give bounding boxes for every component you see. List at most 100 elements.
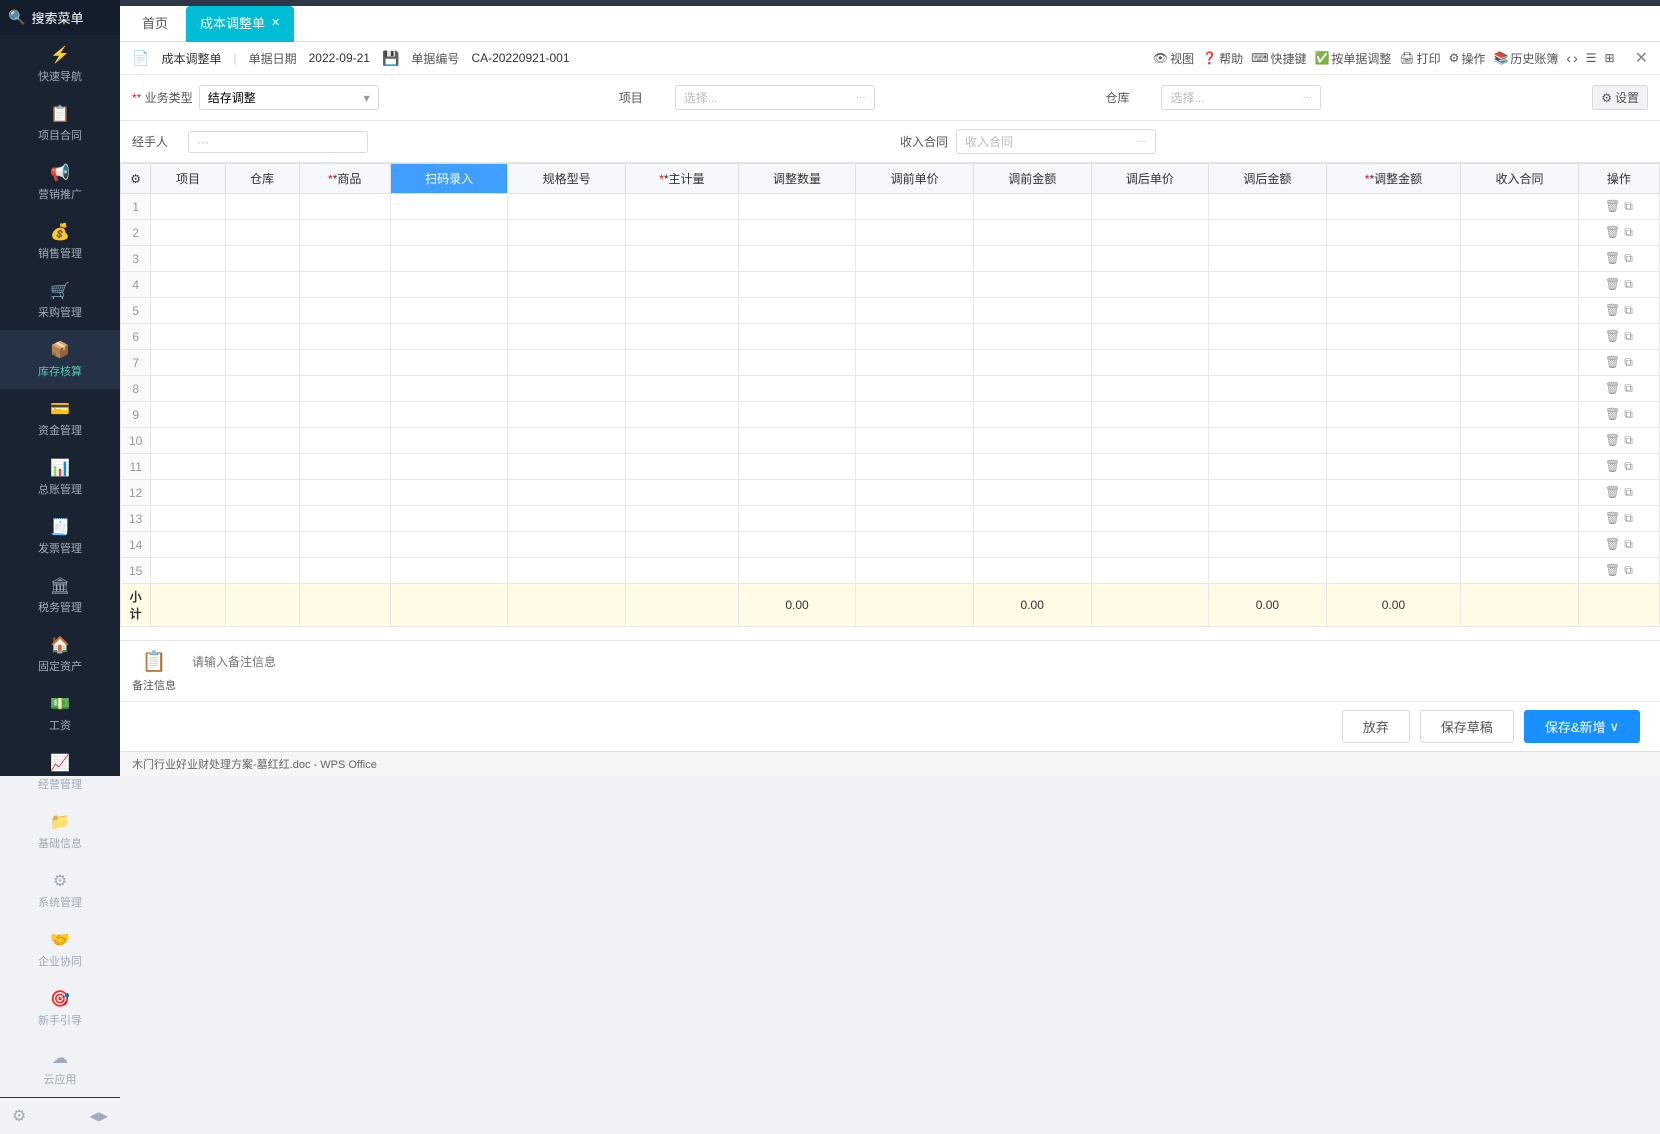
table-cell[interactable] <box>299 350 390 376</box>
table-cell[interactable] <box>1326 402 1460 428</box>
table-cell[interactable] <box>225 558 299 584</box>
table-cell[interactable] <box>225 298 299 324</box>
row-actions[interactable]: 🗑⧉ <box>1578 272 1659 298</box>
table-cell[interactable] <box>225 428 299 454</box>
check-btn[interactable]: ✅ 按单据调整 <box>1314 50 1391 67</box>
history-btn[interactable]: 📚 历史账簿 <box>1493 50 1558 67</box>
table-cell[interactable] <box>625 324 738 350</box>
table-cell[interactable] <box>625 558 738 584</box>
table-cell[interactable] <box>1461 324 1579 350</box>
table-cell[interactable] <box>1326 246 1460 272</box>
table-cell[interactable] <box>1209 246 1327 272</box>
table-cell[interactable] <box>1461 220 1579 246</box>
table-cell[interactable] <box>1091 480 1209 506</box>
sidebar-item-new-guide[interactable]: 🎯 新手引导 <box>0 979 120 1038</box>
row-actions[interactable]: 🗑⧉ <box>1578 402 1659 428</box>
table-cell[interactable] <box>1091 454 1209 480</box>
table-cell[interactable] <box>1461 246 1579 272</box>
table-cell[interactable] <box>625 298 738 324</box>
copy-icon[interactable]: ⧉ <box>1624 303 1633 317</box>
table-cell[interactable] <box>1209 272 1327 298</box>
table-cell[interactable] <box>856 402 974 428</box>
table-cell[interactable] <box>151 350 225 376</box>
table-cell[interactable] <box>1461 194 1579 220</box>
search-menu-button[interactable]: 🔍 搜索菜单 <box>0 0 120 35</box>
table-cell[interactable] <box>856 558 974 584</box>
table-cell[interactable] <box>508 272 626 298</box>
table-cell[interactable] <box>1326 298 1460 324</box>
table-cell[interactable] <box>1091 350 1209 376</box>
delete-icon[interactable]: 🗑 <box>1605 277 1620 291</box>
table-cell[interactable] <box>973 558 1091 584</box>
table-cell[interactable] <box>1326 324 1460 350</box>
table-cell[interactable] <box>299 402 390 428</box>
copy-icon[interactable]: ⧉ <box>1624 381 1633 395</box>
table-cell[interactable] <box>225 350 299 376</box>
sidebar-item-sales[interactable]: 💰 销售管理 <box>0 212 120 271</box>
discard-button[interactable]: 放弃 <box>1342 710 1410 743</box>
table-cell[interactable] <box>225 272 299 298</box>
table-cell[interactable] <box>1209 376 1327 402</box>
delete-icon[interactable]: 🗑 <box>1605 563 1620 577</box>
table-cell[interactable] <box>973 298 1091 324</box>
table-cell[interactable] <box>1209 506 1327 532</box>
table-cell[interactable] <box>508 558 626 584</box>
row-actions[interactable]: 🗑⧉ <box>1578 324 1659 350</box>
row-actions[interactable]: 🗑⧉ <box>1578 480 1659 506</box>
table-cell[interactable] <box>738 246 856 272</box>
copy-icon[interactable]: ⧉ <box>1624 511 1633 525</box>
table-cell[interactable] <box>299 506 390 532</box>
sidebar-item-quick-nav[interactable]: ⚡ 快速导航 <box>0 35 120 94</box>
table-cell[interactable] <box>390 454 508 480</box>
copy-icon[interactable]: ⧉ <box>1624 199 1633 213</box>
table-cell[interactable] <box>225 480 299 506</box>
table-cell[interactable] <box>390 194 508 220</box>
table-cell[interactable] <box>1461 506 1579 532</box>
table-cell[interactable] <box>973 506 1091 532</box>
copy-icon[interactable]: ⧉ <box>1624 329 1633 343</box>
table-cell[interactable] <box>151 246 225 272</box>
table-cell[interactable] <box>151 428 225 454</box>
table-cell[interactable] <box>508 324 626 350</box>
table-cell[interactable] <box>973 532 1091 558</box>
table-cell[interactable] <box>625 428 738 454</box>
table-cell[interactable] <box>1091 246 1209 272</box>
save-draft-button[interactable]: 保存草稿 <box>1420 710 1514 743</box>
copy-icon[interactable]: ⧉ <box>1624 407 1633 421</box>
delete-icon[interactable]: 🗑 <box>1605 407 1620 421</box>
sidebar-toggle-icon[interactable]: ◀▶ <box>90 1109 108 1123</box>
table-cell[interactable] <box>1091 402 1209 428</box>
table-cell[interactable] <box>856 324 974 350</box>
table-cell[interactable] <box>1091 220 1209 246</box>
shortcut-btn[interactable]: ⌨ 快捷键 <box>1251 50 1306 67</box>
copy-icon[interactable]: ⧉ <box>1624 433 1633 447</box>
save-new-button[interactable]: 保存&新增 ∨ <box>1524 710 1640 743</box>
settings-icon[interactable]: ⚙ <box>12 1106 26 1126</box>
table-cell[interactable] <box>508 402 626 428</box>
delete-icon[interactable]: 🗑 <box>1605 381 1620 395</box>
table-cell[interactable] <box>973 194 1091 220</box>
table-cell[interactable] <box>151 558 225 584</box>
copy-icon[interactable]: ⧉ <box>1624 225 1633 239</box>
table-cell[interactable] <box>973 272 1091 298</box>
table-cell[interactable] <box>625 402 738 428</box>
prev-arrow[interactable]: ‹ <box>1566 50 1571 66</box>
tab-close-icon[interactable]: ✕ <box>271 16 280 29</box>
table-cell[interactable] <box>225 220 299 246</box>
copy-icon[interactable]: ⧉ <box>1624 563 1633 577</box>
table-cell[interactable] <box>1091 272 1209 298</box>
table-cell[interactable] <box>973 350 1091 376</box>
business-type-select[interactable]: 结存调整 ▾ <box>199 85 379 110</box>
print-btn[interactable]: 🖨 打印 <box>1399 50 1440 67</box>
table-cell[interactable] <box>1091 298 1209 324</box>
th-scan[interactable]: 扫码录入 <box>390 164 508 194</box>
table-cell[interactable] <box>390 246 508 272</box>
table-cell[interactable] <box>508 506 626 532</box>
table-cell[interactable] <box>1209 532 1327 558</box>
table-cell[interactable] <box>390 532 508 558</box>
table-cell[interactable] <box>151 220 225 246</box>
table-cell[interactable] <box>738 376 856 402</box>
handler-select[interactable]: ··· <box>188 131 368 153</box>
table-cell[interactable] <box>299 558 390 584</box>
delete-icon[interactable]: 🗑 <box>1605 225 1620 239</box>
